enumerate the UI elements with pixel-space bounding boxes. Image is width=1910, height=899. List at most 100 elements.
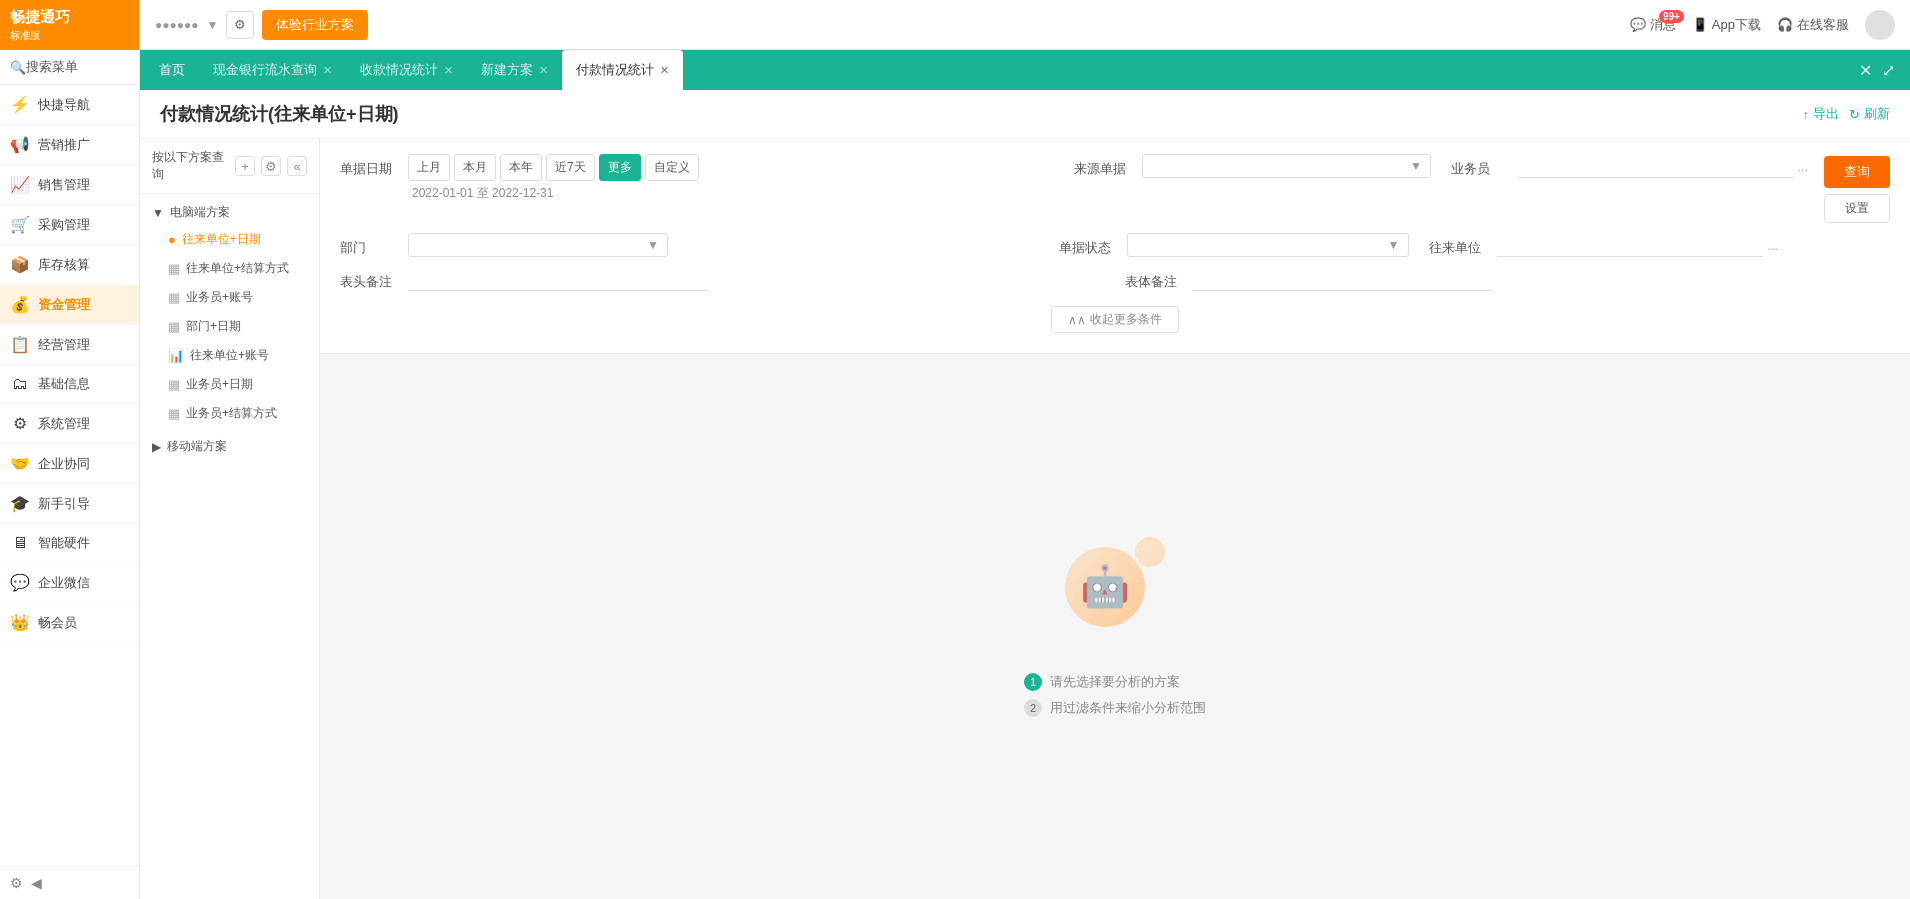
topbar-arrow: ▼: [207, 18, 219, 32]
tabbar: 首页 现金银行流水查询 ✕ 收款情况统计 ✕ 新建方案 ✕ 付款情况统计 ✕ ✕…: [140, 50, 1910, 90]
staff-input[interactable]: [1519, 155, 1793, 178]
sidebar-item-库存核算[interactable]: 📦库存核算: [0, 245, 139, 285]
online-service-button[interactable]: 🎧 在线客服: [1777, 16, 1849, 34]
scheme-group-desktop-label: 电脑端方案: [170, 204, 230, 221]
sidebar-collapse-icon[interactable]: ◀: [31, 875, 42, 891]
scheme-group-mobile[interactable]: ▶ 移动端方案: [140, 434, 319, 459]
date-btn-this-month[interactable]: 本月: [454, 154, 496, 181]
partner-input[interactable]: [1497, 234, 1764, 257]
tab-payment-stats[interactable]: 付款情况统计 ✕: [562, 50, 683, 90]
tabbar-close-icon[interactable]: ✕: [1859, 61, 1872, 80]
header-note-input[interactable]: [408, 268, 708, 291]
source-doc-select[interactable]: ▼: [1142, 154, 1431, 178]
dept-chevron: ▼: [647, 238, 659, 252]
message-icon: 💬: [1630, 17, 1646, 32]
collapse-chevron-icon: ∧∧: [1068, 313, 1086, 327]
sidebar-search[interactable]: 🔍 搜索菜单: [0, 50, 139, 85]
scheme-item-chart-icon: 📊: [168, 348, 184, 363]
filter-actions-row: ∧∧ 收起更多条件: [340, 296, 1890, 338]
sidebar-item-资金管理[interactable]: 💰资金管理: [0, 285, 139, 325]
sidebar-item-新手引导[interactable]: 🎓新手引导: [0, 484, 139, 524]
app-download-button[interactable]: 📱 App下载: [1692, 16, 1761, 34]
sidebar-item-label-10: 新手引导: [38, 495, 90, 513]
empty-messages: 1 请先选择要分析的方案 2 用过滤条件来缩小分析范围: [1024, 673, 1206, 717]
date-btn-last-month[interactable]: 上月: [408, 154, 450, 181]
sidebar-item-企业协同[interactable]: 🤝企业协同: [0, 444, 139, 484]
scheme-item-icon-3: ▦: [168, 319, 180, 334]
tab-cash-flow-close[interactable]: ✕: [323, 64, 332, 77]
scheme-item-staff-account[interactable]: ▦ 业务员+账号: [140, 283, 319, 312]
sidebar-item-畅会员[interactable]: 👑畅会员: [0, 603, 139, 643]
mobile-group-arrow: ▶: [152, 440, 161, 454]
scheme-add-button[interactable]: +: [235, 156, 255, 176]
empty-state: 🤖 1 请先选择要分析的方案 2 用过滤条件来缩小分析范围: [320, 354, 1910, 899]
tab-home[interactable]: 首页: [145, 50, 199, 90]
sidebar-item-icon-7: 🗂: [10, 375, 30, 393]
settings-icon: ⚙: [234, 17, 246, 32]
scheme-item-dept-date[interactable]: ▦ 部门+日期: [140, 312, 319, 341]
scheme-item-staff-settlement[interactable]: ▦ 业务员+结算方式: [140, 399, 319, 428]
topbar-settings-button[interactable]: ⚙: [226, 11, 254, 39]
sidebar-item-icon-3: 🛒: [10, 215, 30, 234]
dept-label: 部门: [340, 233, 400, 257]
app-logo: 畅捷通巧 标准版: [0, 0, 139, 50]
tab-cash-flow[interactable]: 现金银行流水查询 ✕: [199, 50, 346, 90]
scheme-item-partner-settlement-label: 往来单位+结算方式: [186, 260, 289, 277]
sidebar-settings-icon[interactable]: ⚙: [10, 875, 23, 891]
sidebar-item-企业微信[interactable]: 💬企业微信: [0, 563, 139, 603]
settings-small-button[interactable]: 设置: [1824, 194, 1890, 223]
date-btn-7days[interactable]: 近7天: [546, 154, 595, 181]
sidebar-item-采购管理[interactable]: 🛒 采购管理: [0, 205, 139, 245]
sidebar-item-label-3: 采购管理: [38, 216, 90, 234]
trial-button[interactable]: 体验行业方案: [262, 10, 368, 40]
scheme-item-staff-date[interactable]: ▦ 业务员+日期: [140, 370, 319, 399]
tab-receipt-stats-close[interactable]: ✕: [444, 64, 453, 77]
empty-illustration: 🤖: [1055, 537, 1175, 657]
tab-payment-stats-close[interactable]: ✕: [660, 64, 669, 77]
sidebar-item-系统管理[interactable]: ⚙系统管理: [0, 404, 139, 444]
scheme-group-desktop-title[interactable]: ▼ 电脑端方案: [140, 200, 319, 225]
refresh-icon: ↻: [1849, 107, 1860, 122]
sidebar-item-label-11: 智能硬件: [38, 534, 90, 552]
doc-status-chevron: ▼: [1388, 238, 1400, 252]
sidebar-item-销售管理[interactable]: 📈销售管理: [0, 165, 139, 205]
tabbar-expand-icon[interactable]: ⤢: [1882, 61, 1895, 80]
partner-more-icon[interactable]: ...: [1767, 238, 1778, 253]
sidebar-item-基础信息[interactable]: 🗂基础信息: [0, 365, 139, 404]
scheme-item-partner-account[interactable]: 📊 往来单位+账号: [140, 341, 319, 370]
doc-status-select[interactable]: ▼: [1127, 233, 1409, 257]
scheme-group-arrow: ▼: [152, 206, 164, 220]
scheme-item-icon-1: ▦: [168, 261, 180, 276]
scheme-group-desktop: ▼ 电脑端方案 ● 往来单位+日期 ▦ 往来单位+结算方式 ▦ 业务员+账号 ▦: [140, 194, 319, 434]
scheme-item-partner-settlement[interactable]: ▦ 往来单位+结算方式: [140, 254, 319, 283]
scheme-item-active-icon: ●: [168, 232, 176, 247]
export-button[interactable]: ↑ 导出: [1803, 105, 1840, 123]
search-icon: 🔍: [10, 60, 26, 75]
sidebar-item-快捷导航[interactable]: ⚡快捷导航: [0, 85, 139, 125]
tab-receipt-stats[interactable]: 收款情况统计 ✕: [346, 50, 467, 90]
export-label: 导出: [1813, 105, 1839, 123]
tab-new-scheme-close[interactable]: ✕: [539, 64, 548, 77]
refresh-button[interactable]: ↻ 刷新: [1849, 105, 1890, 123]
sidebar-item-智能硬件[interactable]: 🖥智能硬件: [0, 524, 139, 563]
sidebar-item-label-9: 企业协同: [38, 455, 90, 473]
content-area: 按以下方案查询 + ⚙ « ▼ 电脑端方案 ● 往来单位+日期: [140, 139, 1910, 899]
query-button[interactable]: 查询: [1824, 156, 1890, 188]
sidebar-item-营销推广[interactable]: 📢营销推广: [0, 125, 139, 165]
staff-more-icon[interactable]: ...: [1797, 159, 1808, 174]
sidebar-item-经营管理[interactable]: 📋经营管理: [0, 325, 139, 365]
date-btn-more[interactable]: 更多: [599, 154, 641, 181]
page-title: 付款情况统计(往来单位+日期): [160, 102, 399, 126]
date-btn-custom[interactable]: 自定义: [645, 154, 699, 181]
scheme-settings-button[interactable]: ⚙: [261, 156, 281, 176]
dept-select[interactable]: ▼: [408, 233, 668, 257]
scheme-item-partner-date[interactable]: ● 往来单位+日期: [140, 225, 319, 254]
scheme-panel-collapse-button[interactable]: «: [287, 156, 307, 176]
message-button[interactable]: 💬 消息 99+: [1630, 16, 1676, 34]
body-note-input[interactable]: [1193, 268, 1493, 291]
tab-new-scheme[interactable]: 新建方案 ✕: [467, 50, 562, 90]
user-avatar[interactable]: [1865, 10, 1895, 40]
date-btn-this-year[interactable]: 本年: [500, 154, 542, 181]
filter-panel: 单据日期 上月 本月 本年 近7天 更多 自定义 2022-01-01 至 20…: [320, 139, 1910, 899]
collapse-conditions-button[interactable]: ∧∧ 收起更多条件: [1051, 306, 1179, 333]
